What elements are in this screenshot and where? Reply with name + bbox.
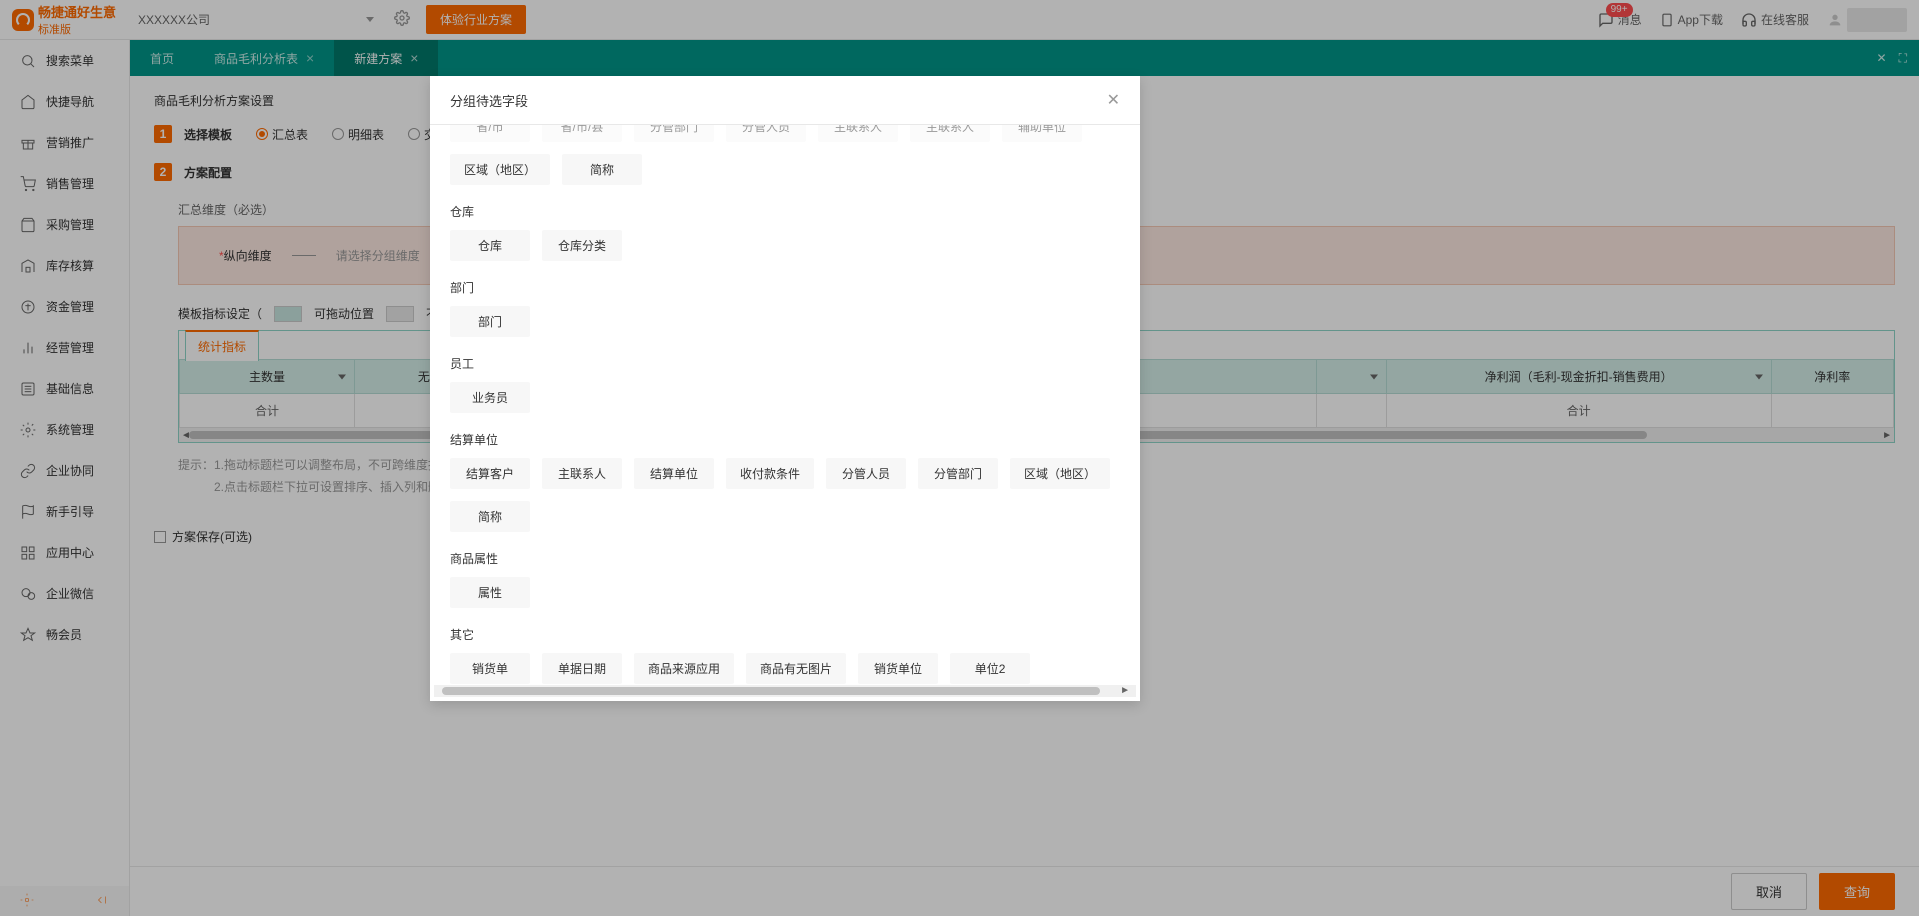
scroll-thumb[interactable] bbox=[442, 687, 1100, 695]
field-selector-modal: 分组待选字段 ✕ 省/市 省/市/县 分管部门 分管人员 主联系人 主联系人 辅… bbox=[430, 76, 1140, 701]
field-chip[interactable]: 简称 bbox=[562, 154, 642, 185]
field-chip[interactable]: 仓库分类 bbox=[542, 230, 622, 261]
field-chip[interactable]: 分管人员 bbox=[826, 458, 906, 489]
group-title: 商品属性 bbox=[450, 550, 1120, 567]
field-chip[interactable]: 销货单位 bbox=[858, 653, 938, 684]
modal-body[interactable]: 省/市 省/市/县 分管部门 分管人员 主联系人 主联系人 辅助单位 区域（地区… bbox=[430, 125, 1140, 685]
field-chips: 属性 bbox=[450, 577, 1120, 608]
scroll-right-icon: ► bbox=[1120, 685, 1130, 696]
field-chip[interactable]: 单据日期 bbox=[542, 653, 622, 684]
field-chip[interactable]: 省/市/县 bbox=[542, 125, 622, 142]
group-title: 部门 bbox=[450, 279, 1120, 296]
field-chip[interactable]: 仓库 bbox=[450, 230, 530, 261]
field-chip[interactable]: 省/市 bbox=[450, 125, 530, 142]
field-chips: 结算客户主联系人结算单位收付款条件分管人员分管部门区域（地区） 简称 bbox=[450, 458, 1120, 532]
field-row: 区域（地区） 简称 bbox=[450, 154, 1120, 185]
field-chip[interactable]: 分管部门 bbox=[634, 125, 714, 142]
field-chip[interactable]: 商品来源应用 bbox=[634, 653, 734, 684]
close-icon[interactable]: ✕ bbox=[1107, 90, 1120, 110]
field-group: 员工业务员 bbox=[450, 355, 1120, 413]
field-chips: 销货单单据日期商品来源应用商品有无图片销货单位单位2主计量制单人审核人出库人预计… bbox=[450, 653, 1120, 685]
field-group: 仓库仓库仓库分类 bbox=[450, 203, 1120, 261]
field-chip[interactable]: 商品有无图片 bbox=[746, 653, 846, 684]
field-chip[interactable]: 主联系人 bbox=[910, 125, 990, 142]
field-chip[interactable]: 简称 bbox=[450, 501, 530, 532]
field-chip[interactable]: 区域（地区） bbox=[1010, 458, 1110, 489]
group-title: 其它 bbox=[450, 626, 1120, 643]
field-chip[interactable]: 收付款条件 bbox=[726, 458, 814, 489]
field-chip[interactable]: 销货单 bbox=[450, 653, 530, 684]
group-title: 员工 bbox=[450, 355, 1120, 372]
field-group: 部门部门 bbox=[450, 279, 1120, 337]
field-chip[interactable]: 结算单位 bbox=[634, 458, 714, 489]
field-chip[interactable]: 主联系人 bbox=[818, 125, 898, 142]
field-chips: 部门 bbox=[450, 306, 1120, 337]
field-chip[interactable]: 区域（地区） bbox=[450, 154, 550, 185]
modal-title: 分组待选字段 bbox=[450, 91, 528, 110]
field-chip[interactable]: 结算客户 bbox=[450, 458, 530, 489]
group-title: 仓库 bbox=[450, 203, 1120, 220]
field-chip[interactable]: 属性 bbox=[450, 577, 530, 608]
field-chip[interactable]: 分管部门 bbox=[918, 458, 998, 489]
field-chip[interactable]: 主联系人 bbox=[542, 458, 622, 489]
modal-header: 分组待选字段 ✕ bbox=[430, 76, 1140, 125]
modal-horizontal-scrollbar[interactable]: ► bbox=[434, 685, 1136, 697]
field-chip[interactable]: 分管人员 bbox=[726, 125, 806, 142]
group-title: 结算单位 bbox=[450, 431, 1120, 448]
field-row-partial: 省/市 省/市/县 分管部门 分管人员 主联系人 主联系人 辅助单位 bbox=[450, 125, 1120, 142]
field-group: 其它销货单单据日期商品来源应用商品有无图片销货单位单位2主计量制单人审核人出库人… bbox=[450, 626, 1120, 685]
field-chips: 仓库仓库分类 bbox=[450, 230, 1120, 261]
field-group: 结算单位结算客户主联系人结算单位收付款条件分管人员分管部门区域（地区）简称 bbox=[450, 431, 1120, 532]
field-chip[interactable]: 辅助单位 bbox=[1002, 125, 1082, 142]
field-chips: 业务员 bbox=[450, 382, 1120, 413]
field-group: 商品属性属性 bbox=[450, 550, 1120, 608]
field-chip[interactable]: 单位2 bbox=[950, 653, 1030, 684]
field-chip[interactable]: 业务员 bbox=[450, 382, 530, 413]
field-chip[interactable]: 部门 bbox=[450, 306, 530, 337]
